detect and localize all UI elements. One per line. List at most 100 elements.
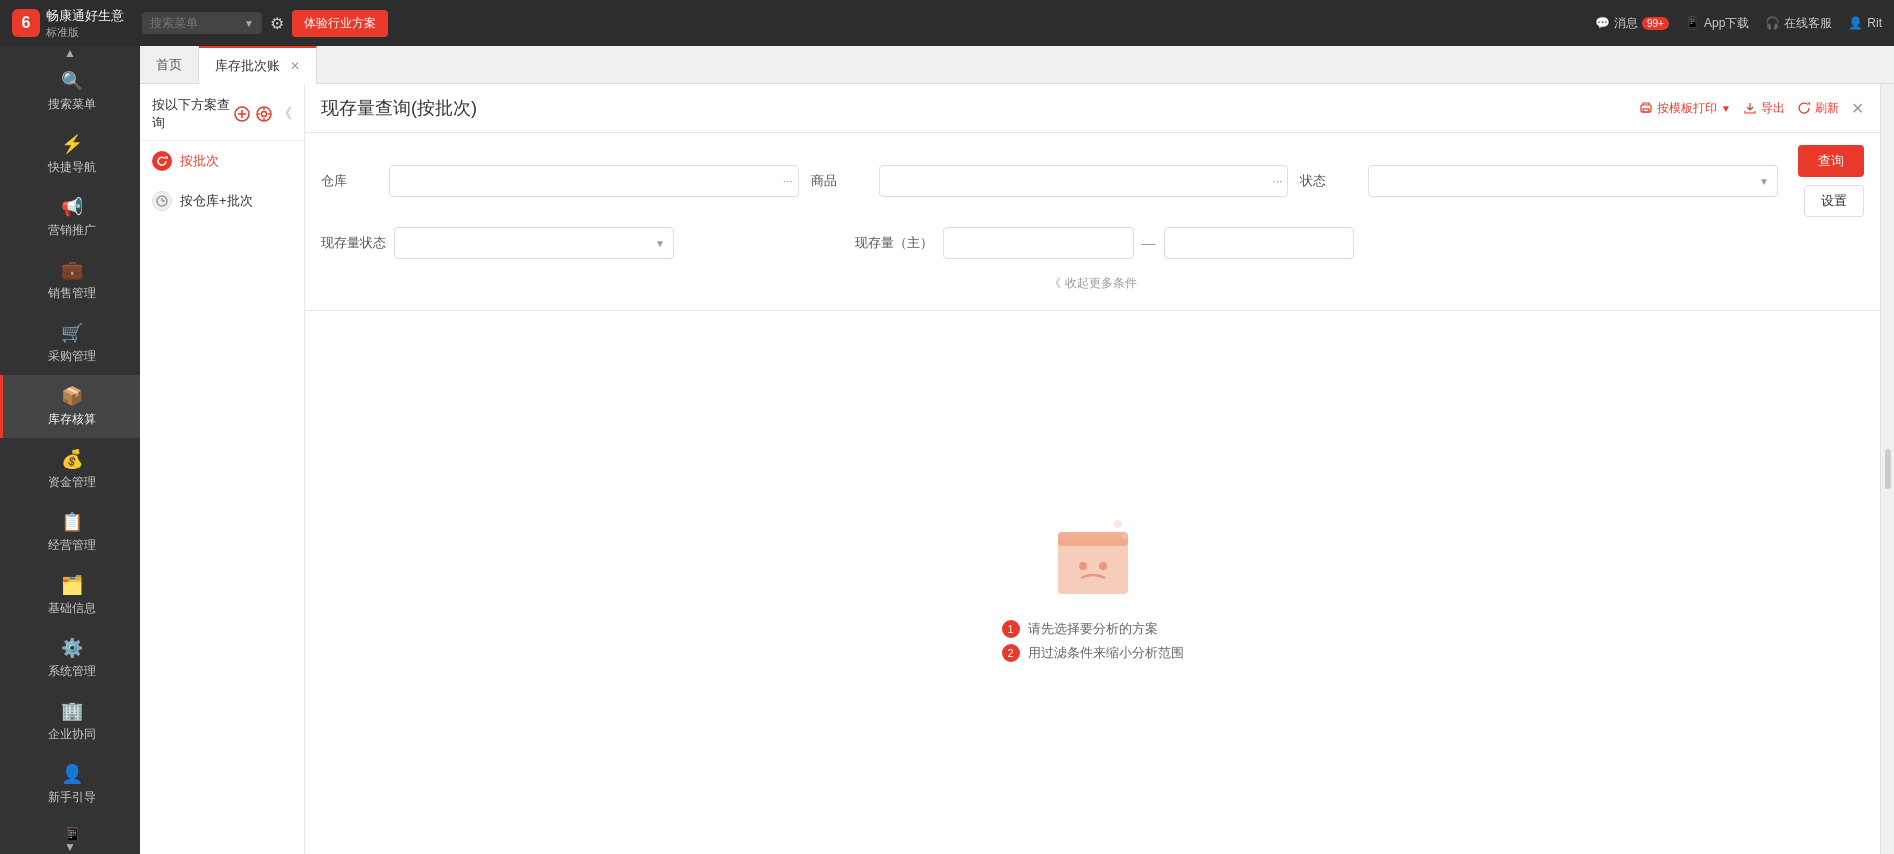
newuser-icon: 👤 (61, 763, 83, 785)
print-icon (1639, 101, 1653, 115)
page-title: 现存量查询(按批次) (321, 96, 477, 120)
svg-rect-14 (1058, 539, 1128, 594)
left-panel-collapse-button[interactable]: 《 (278, 105, 292, 123)
step-2-text: 用过滤条件来缩小分析范围 (1028, 644, 1184, 662)
operations-icon: 📋 (61, 511, 83, 533)
content-area: 首页 库存批次账 ✕ 按以下方案查询 (140, 46, 1894, 854)
inventory-status-select[interactable]: ▼ (394, 227, 674, 259)
sidebar-scroll-up[interactable]: ▲ (0, 46, 140, 60)
enterprise-label: 企业协同 (48, 726, 96, 743)
sidebar-item-enterprise[interactable]: 🏢 企业协同 (0, 690, 140, 753)
sidebar: ▲ 🔍 搜索菜单 ⚡ 快捷导航 📢 营销推广 💼 销售管理 🛒 采购管理 📦 库… (0, 46, 140, 854)
sidebar-item-sales[interactable]: 💼 销售管理 (0, 249, 140, 312)
clock-icon (156, 195, 168, 207)
sales-label: 销售管理 (48, 285, 96, 302)
tab-home[interactable]: 首页 (140, 46, 199, 84)
sidebar-item-marketing[interactable]: 📢 营销推广 (0, 186, 140, 249)
quick-nav-label: 快捷导航 (48, 159, 96, 176)
user-name: Rit (1867, 16, 1882, 30)
product-input-wrapper: ··· (879, 165, 1289, 197)
sidebar-item-newuser[interactable]: 👤 新手引导 (0, 753, 140, 816)
scheme-by-warehouse-batch[interactable]: 按仓库+批次 (140, 181, 304, 221)
print-template-button[interactable]: 按模板打印 ▼ (1639, 100, 1731, 117)
top-header: 6 畅康通好生意 标准版 ▼ ⚙ 体验行业方案 💬 消息 99+ 📱 App下载… (0, 0, 1894, 46)
plus-icon (234, 106, 250, 122)
sidebar-item-purchase[interactable]: 🛒 采购管理 (0, 312, 140, 375)
warehouse-dots-button[interactable]: ··· (783, 174, 793, 188)
app-download-button[interactable]: 📱 App下载 (1685, 15, 1749, 32)
page-title-actions: 按模板打印 ▼ 导出 (1639, 99, 1864, 118)
online-support-button[interactable]: 🎧 在线客服 (1765, 15, 1832, 32)
search-menu-label: 搜索菜单 (48, 96, 96, 113)
collapse-label: 收起更多条件 (1065, 275, 1137, 292)
status-select[interactable]: ▼ (1368, 165, 1778, 197)
warehouse-field: 仓库 ··· (321, 165, 799, 197)
search-menu-icon: 🔍 (61, 70, 83, 92)
product-field: 商品 ··· (811, 165, 1289, 197)
search-area: ▼ (142, 12, 262, 34)
empty-steps: 1 请先选择要分析的方案 2 用过滤条件来缩小分析范围 (1002, 620, 1184, 662)
user-avatar[interactable]: 👤 Rit (1848, 16, 1882, 30)
status-label: 状态 (1300, 172, 1360, 190)
empty-illustration (1043, 504, 1143, 604)
product-dots-button[interactable]: ··· (1272, 174, 1282, 188)
messages-label: 消息 (1614, 15, 1638, 32)
sidebar-item-base[interactable]: 🗂️ 基础信息 (0, 564, 140, 627)
scheme-by-batch-label: 按批次 (180, 152, 219, 170)
sidebar-item-system[interactable]: ⚙️ 系统管理 (0, 627, 140, 690)
sidebar-item-operations[interactable]: 📋 经营管理 (0, 501, 140, 564)
tab-inventory-batch[interactable]: 库存批次账 ✕ (199, 46, 317, 84)
header-gear-button[interactable]: ⚙ (270, 14, 284, 33)
sidebar-item-search-menu[interactable]: 🔍 搜索菜单 (0, 60, 140, 123)
refresh-button[interactable]: 刷新 (1797, 100, 1839, 117)
refresh-label: 刷新 (1815, 100, 1839, 117)
empty-step-1: 1 请先选择要分析的方案 (1002, 620, 1184, 638)
sidebar-item-finance[interactable]: 💰 资金管理 (0, 438, 140, 501)
filter-row-2: 现存量状态 ▼ 现存量（主） — (321, 227, 1864, 259)
scheme-by-warehouse-batch-label: 按仓库+批次 (180, 192, 253, 210)
warehouse-input-wrapper: ··· (389, 165, 799, 197)
purchase-label: 采购管理 (48, 348, 96, 365)
trial-button[interactable]: 体验行业方案 (292, 10, 388, 37)
export-label: 导出 (1761, 100, 1785, 117)
page-content: 按以下方案查询 (140, 84, 1894, 854)
scheme-by-batch[interactable]: 按批次 (140, 141, 304, 181)
app-version: 标准版 (46, 25, 124, 40)
left-panel-title: 按以下方案查询 (152, 96, 234, 132)
collapse-icon: 《 (1049, 275, 1061, 292)
inventory-qty-from[interactable] (943, 227, 1133, 259)
svg-point-18 (1114, 520, 1122, 528)
sidebar-item-inventory[interactable]: 📦 库存核算 (0, 375, 140, 438)
scheme-settings-button[interactable] (256, 106, 272, 122)
filter-settings-button[interactable]: 设置 (1804, 185, 1864, 217)
step-num-1: 1 (1002, 620, 1020, 638)
page-close-button[interactable]: ✕ (1851, 99, 1864, 118)
left-panel: 按以下方案查询 (140, 84, 305, 854)
svg-point-17 (1099, 562, 1107, 570)
sidebar-item-quick-nav[interactable]: ⚡ 快捷导航 (0, 123, 140, 186)
tab-close-icon[interactable]: ✕ (290, 59, 300, 73)
page-title-bar: 现存量查询(按批次) 按模板打印 ▼ (305, 84, 1880, 133)
range-dash: — (1142, 235, 1156, 251)
scheme-active-icon (152, 151, 172, 171)
warehouse-input[interactable] (389, 165, 799, 197)
tab-bar: 首页 库存批次账 ✕ (140, 46, 1894, 84)
inventory-batch-tab-label: 库存批次账 (215, 57, 280, 75)
collapse-more[interactable]: 《 收起更多条件 (321, 269, 1864, 298)
query-button[interactable]: 查询 (1798, 145, 1864, 177)
add-scheme-button[interactable] (234, 106, 250, 122)
product-input[interactable] (879, 165, 1289, 197)
empty-state: 1 请先选择要分析的方案 2 用过滤条件来缩小分析范围 (305, 311, 1880, 854)
export-button[interactable]: 导出 (1743, 100, 1785, 117)
messages-button[interactable]: 💬 消息 99+ (1595, 15, 1669, 32)
quick-nav-icon: ⚡ (61, 133, 83, 155)
inventory-status-field: 现存量状态 ▼ (321, 227, 819, 259)
right-scrollbar[interactable] (1880, 84, 1894, 854)
status-field: 状态 ▼ (1300, 165, 1778, 197)
inventory-status-label: 现存量状态 (321, 234, 386, 252)
filter-area: 仓库 ··· 商品 ··· (305, 133, 1880, 311)
messages-badge: 99+ (1642, 17, 1669, 30)
sidebar-scroll-down[interactable]: ▼ (0, 840, 140, 854)
app-download-label: App下载 (1704, 15, 1749, 32)
inventory-qty-to[interactable] (1164, 227, 1354, 259)
